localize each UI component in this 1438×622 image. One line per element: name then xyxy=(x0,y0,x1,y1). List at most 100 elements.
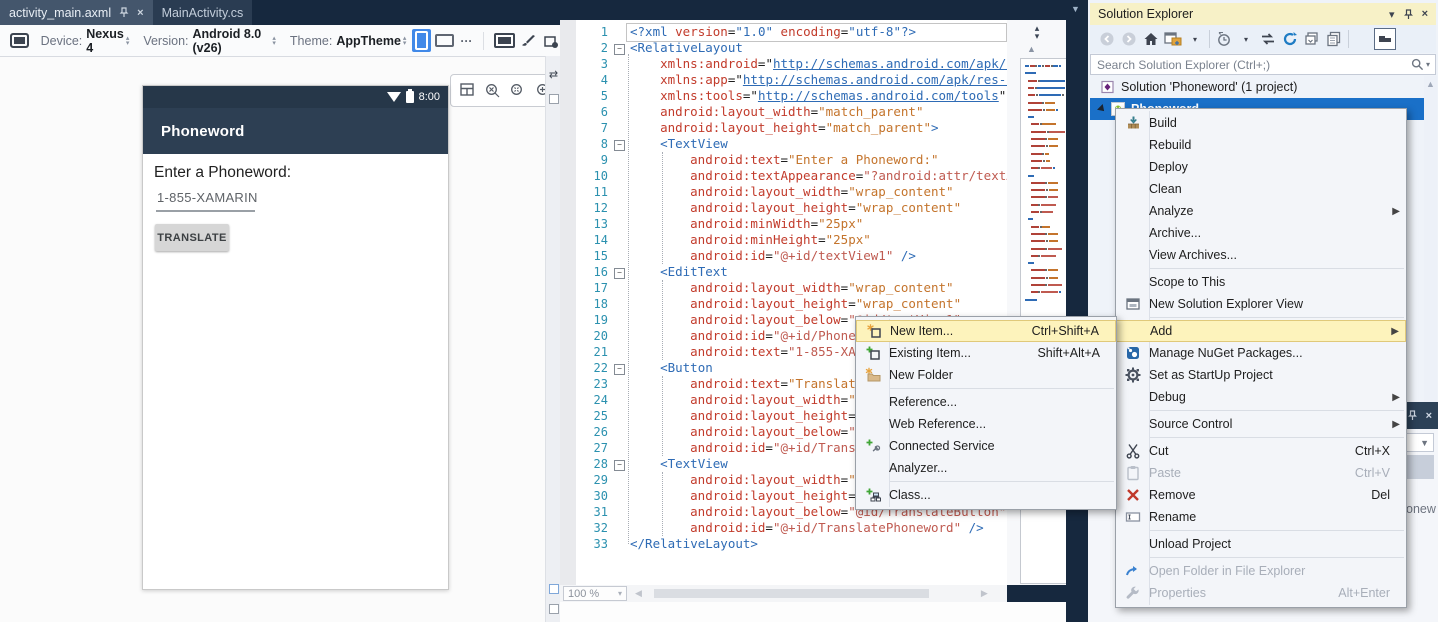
menu-item-manage-nuget-packages[interactable]: Manage NuGet Packages... xyxy=(1116,342,1406,364)
fold-margin[interactable]: − xyxy=(612,136,630,152)
tree-scrollbar[interactable]: ▲ xyxy=(1424,76,1437,402)
portrait-view-button[interactable] xyxy=(412,29,431,52)
phoneword-edittext[interactable]: 1-855-XAMARIN xyxy=(157,190,258,205)
fold-margin[interactable]: − xyxy=(612,360,630,376)
phone-preview[interactable]: 8:00 Phoneword Enter a Phoneword: 1-855-… xyxy=(142,85,449,590)
menu-item-paste[interactable]: Paste Ctrl+V xyxy=(1116,462,1406,484)
menu-item-add[interactable]: Add ▶ xyxy=(1116,320,1406,342)
editor-breakpoint-margin[interactable] xyxy=(560,20,576,585)
solution-explorer-titlebar[interactable]: Solution Explorer ▾ × xyxy=(1090,3,1436,25)
scroll-up-icon[interactable]: ▲ xyxy=(1027,44,1036,54)
landscape-view-button[interactable] xyxy=(434,29,454,52)
device-select[interactable]: Nexus 4 xyxy=(86,27,124,55)
prompt-textview[interactable]: Enter a Phoneword: xyxy=(154,164,291,182)
theme-select[interactable]: AppTheme xyxy=(336,34,401,48)
menu-item-view-archives[interactable]: View Archives... xyxy=(1116,244,1406,266)
close-icon[interactable]: × xyxy=(137,7,143,19)
spinner-icon[interactable]: ▴ ▾ xyxy=(272,35,276,47)
zoom-out-icon[interactable] xyxy=(485,83,501,99)
scrollbar-thumb[interactable] xyxy=(653,589,929,598)
scroll-up-icon[interactable]: ▲ xyxy=(1426,79,1435,89)
popout-button[interactable] xyxy=(542,29,560,52)
fold-margin[interactable]: − xyxy=(612,456,630,472)
properties-wrench-icon[interactable] xyxy=(1352,28,1374,50)
scroll-right-icon[interactable]: ▶ xyxy=(981,588,988,599)
design-view-toggle-icon[interactable] xyxy=(549,604,559,614)
menu-item-analyze[interactable]: Analyze ▶ xyxy=(1116,200,1406,222)
preview-pressed-icon[interactable] xyxy=(1374,28,1396,50)
menu-item-source-control[interactable]: Source Control ▶ xyxy=(1116,413,1406,435)
menu-item-open-folder-in-file-explorer[interactable]: Open Folder in File Explorer xyxy=(1116,560,1406,582)
menu-item-properties[interactable]: Properties Alt+Enter xyxy=(1116,582,1406,604)
dropdown-icon[interactable]: ▾ xyxy=(1184,28,1206,50)
swap-panes-icon[interactable]: ⇄ xyxy=(547,68,560,81)
sync-active-icon[interactable] xyxy=(1257,28,1279,50)
theme-editor-button[interactable] xyxy=(519,29,537,52)
submenu-item-reference[interactable]: Reference... xyxy=(856,391,1116,413)
pending-filter-icon[interactable] xyxy=(1213,28,1235,50)
scroll-left-icon[interactable]: ◀ xyxy=(635,588,642,599)
editor-zoom-combo[interactable]: 100 % ▾ xyxy=(563,586,627,601)
hidden-tabs-dropdown-icon[interactable]: ▼ xyxy=(1071,4,1080,14)
split-handle-icon[interactable]: ▴ ▾ xyxy=(1019,24,1055,41)
dropdown-icon[interactable]: ▾ xyxy=(1235,28,1257,50)
menu-item-deploy[interactable]: Deploy xyxy=(1116,156,1406,178)
fold-margin[interactable]: − xyxy=(612,40,630,56)
fold-collapse-icon[interactable]: − xyxy=(614,268,625,279)
submenu-item-web-reference[interactable]: Web Reference... xyxy=(856,413,1116,435)
menu-item-remove[interactable]: Remove Del xyxy=(1116,484,1406,506)
fold-collapse-icon[interactable]: − xyxy=(614,140,625,151)
forward-icon[interactable] xyxy=(1118,28,1140,50)
pin-icon[interactable] xyxy=(1407,410,1417,421)
pin-icon[interactable] xyxy=(1403,8,1413,20)
submenu-item-class[interactable]: Class... xyxy=(856,484,1116,506)
submenu-item-existing-item[interactable]: Existing Item... Shift+Alt+A xyxy=(856,342,1116,364)
zoom-in-icon[interactable] xyxy=(536,83,545,99)
translate-button[interactable]: TRANSLATE xyxy=(155,224,229,251)
tab-mainactivity-cs[interactable]: MainActivity.cs xyxy=(152,0,253,25)
menu-item-cut[interactable]: Cut Ctrl+X xyxy=(1116,440,1406,462)
window-position-icon[interactable]: ▾ xyxy=(1389,8,1395,21)
designer-editor-splitter[interactable]: ⇄ xyxy=(545,56,560,622)
menu-item-clean[interactable]: Clean xyxy=(1116,178,1406,200)
fold-collapse-icon[interactable]: − xyxy=(614,44,625,55)
spinner-icon[interactable]: ▴ ▾ xyxy=(403,35,407,47)
screen-button[interactable] xyxy=(494,29,516,52)
close-icon[interactable]: × xyxy=(1422,8,1428,20)
back-icon[interactable] xyxy=(1096,28,1118,50)
fold-collapse-icon[interactable]: − xyxy=(614,364,625,375)
menu-item-debug[interactable]: Debug ▶ xyxy=(1116,386,1406,408)
submenu-item-analyzer[interactable]: Analyzer... xyxy=(856,457,1116,479)
more-views-button[interactable]: … xyxy=(460,31,474,45)
menu-item-rebuild[interactable]: Rebuild xyxy=(1116,134,1406,156)
close-icon[interactable]: × xyxy=(1426,410,1432,422)
home-icon[interactable] xyxy=(1140,28,1162,50)
expander-icon[interactable] xyxy=(1097,104,1107,114)
pin-icon[interactable] xyxy=(119,7,129,18)
menu-item-build[interactable]: Build xyxy=(1116,112,1406,134)
search-options-icon[interactable]: ▾ xyxy=(1426,60,1430,69)
refresh-icon[interactable] xyxy=(1279,28,1301,50)
fold-margin[interactable]: − xyxy=(612,264,630,280)
editor-horizontal-scrollbar[interactable]: 100 % ▾ ◀ ▶ xyxy=(560,585,1007,602)
collapse-all-icon[interactable] xyxy=(1301,28,1323,50)
grid-icon[interactable] xyxy=(460,83,475,98)
menu-item-unload-project[interactable]: Unload Project xyxy=(1116,533,1406,555)
submenu-item-connected-service[interactable]: Connected Service xyxy=(856,435,1116,457)
menu-item-scope-to-this[interactable]: Scope to This xyxy=(1116,271,1406,293)
version-select[interactable]: Android 8.0 (v26) xyxy=(193,27,271,55)
source-view-toggle-icon[interactable] xyxy=(549,584,559,594)
solution-search-box[interactable]: Search Solution Explorer (Ctrl+;) ▾ xyxy=(1090,54,1436,75)
copy-docs-icon[interactable] xyxy=(1323,28,1345,50)
menu-item-set-as-startup-project[interactable]: Set as StartUp Project xyxy=(1116,364,1406,386)
menu-item-archive[interactable]: Archive... xyxy=(1116,222,1406,244)
submenu-item-new-item[interactable]: New Item... Ctrl+Shift+A xyxy=(856,320,1116,342)
menu-item-new-solution-explorer-view[interactable]: New Solution Explorer View xyxy=(1116,293,1406,315)
submenu-item-new-folder[interactable]: New Folder xyxy=(856,364,1116,386)
switch-views-icon[interactable] xyxy=(1162,28,1184,50)
search-icon[interactable] xyxy=(1411,58,1424,71)
tab-activity-main-axml[interactable]: activity_main.axml × xyxy=(0,0,153,25)
fold-collapse-icon[interactable]: − xyxy=(614,460,625,471)
zoom-fit-icon[interactable] xyxy=(510,83,526,99)
tree-item-solution[interactable]: Solution 'Phoneword' (1 project) xyxy=(1090,76,1424,98)
